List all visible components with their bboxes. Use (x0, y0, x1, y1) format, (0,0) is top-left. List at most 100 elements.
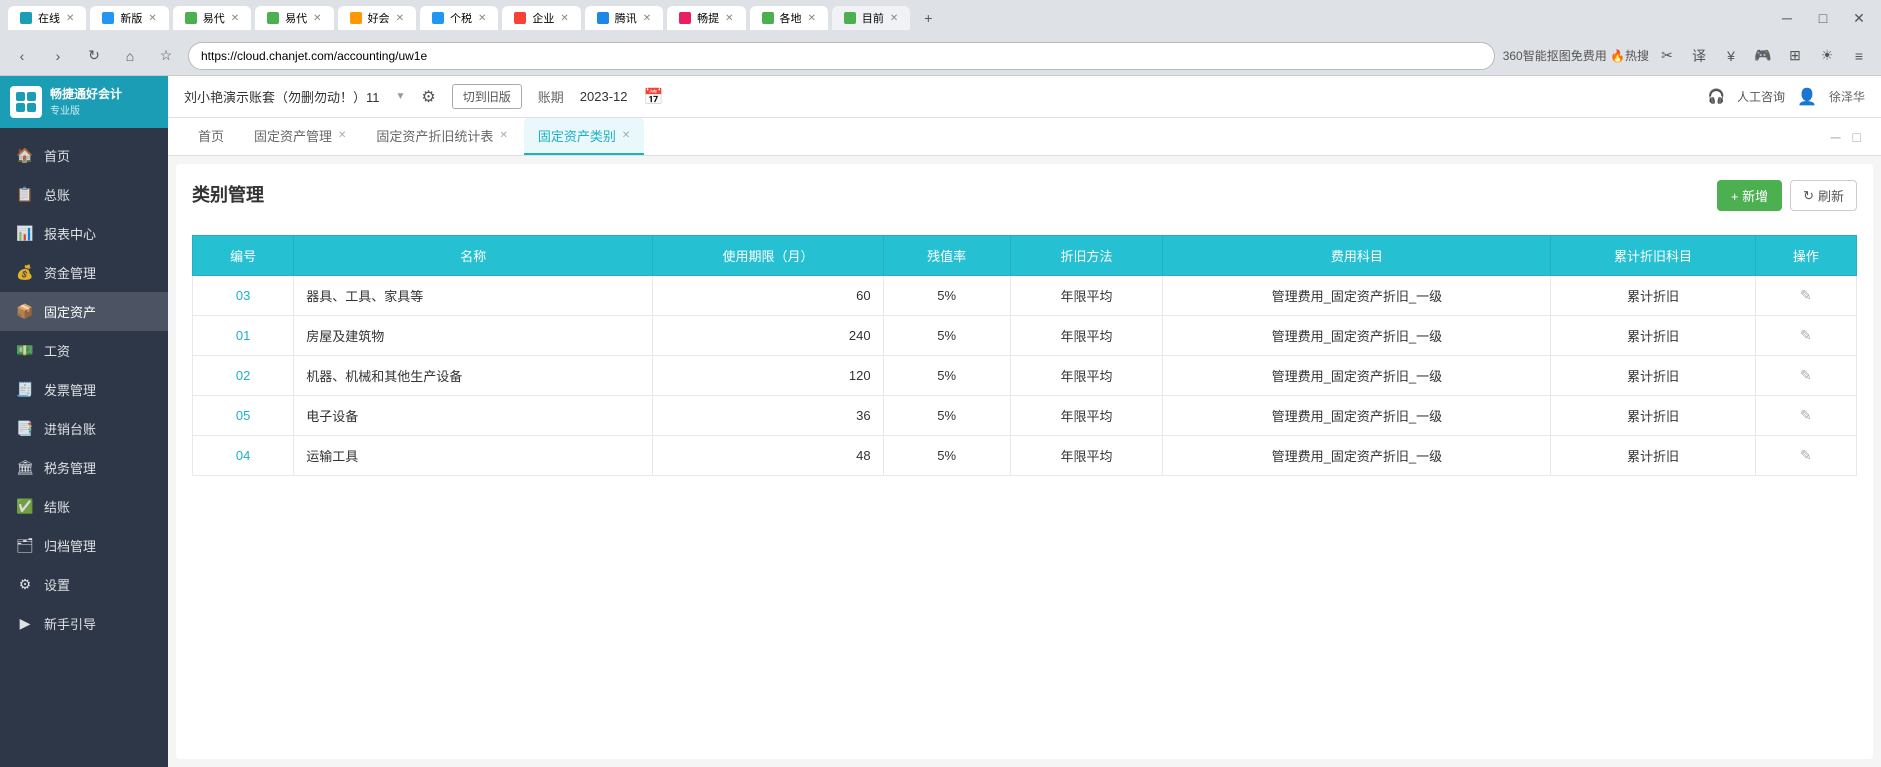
cell-period-0: 60 (653, 276, 883, 316)
cell-id-0[interactable]: 03 (193, 276, 294, 316)
account-name: 刘小艳演示账套（勿删勿动！）11 (184, 87, 380, 106)
col-header-action: 操作 (1755, 236, 1856, 276)
tab-close-4[interactable]: ✕ (396, 13, 404, 24)
cut-button[interactable]: ✂ (1653, 42, 1681, 70)
service-label[interactable]: 人工咨询 (1737, 88, 1785, 105)
tab-close-2[interactable]: ✕ (231, 13, 239, 24)
brightness-button[interactable]: ☀ (1813, 42, 1841, 70)
cell-period-2: 120 (653, 356, 883, 396)
cell-id-2[interactable]: 02 (193, 356, 294, 396)
sidebar-item-guide[interactable]: ▶ 新手引导 (0, 604, 168, 643)
refresh-table-button[interactable]: ↻ 刷新 (1790, 180, 1857, 211)
tab-close-6[interactable]: ✕ (560, 13, 568, 24)
account-settings-icon[interactable]: ⚙ (421, 87, 435, 107)
tab-corner-buttons: ─ □ (1827, 127, 1865, 147)
sidebar-item-reports[interactable]: 📊 报表中心 (0, 214, 168, 253)
tab-expand-button[interactable]: □ (1849, 127, 1865, 147)
tab-home[interactable]: 首页 (184, 118, 238, 155)
tab-close-1[interactable]: ✕ (148, 13, 156, 24)
sidebar-item-invoice[interactable]: 🧾 发票管理 (0, 370, 168, 409)
tab-close-9[interactable]: ✕ (808, 13, 816, 24)
settlement-icon: ✅ (16, 498, 34, 516)
edit-icon-2[interactable]: ✎ (1800, 367, 1812, 383)
browser-tab-10[interactable]: 目前 ✕ (832, 6, 910, 30)
switch-btn[interactable]: 切到旧版 (452, 84, 522, 109)
refresh-button[interactable]: ↻ (80, 42, 108, 70)
browser-tab-5[interactable]: 个税 ✕ (420, 6, 498, 30)
sidebar-item-label-settings: 设置 (44, 575, 70, 594)
tab-asset-category[interactable]: 固定资产类别 ✕ (524, 118, 644, 155)
edit-icon-4[interactable]: ✎ (1800, 447, 1812, 463)
col-header-method: 折旧方法 (1010, 236, 1163, 276)
bookmark-button[interactable]: ☆ (152, 42, 180, 70)
tab-depreciation-stats[interactable]: 固定资产折旧统计表 ✕ (362, 118, 521, 155)
table-row: 04 运输工具 48 5% 年限平均 管理费用_固定资产折旧_一级 累计折旧 ✎ (193, 436, 1857, 476)
browser-tab-7[interactable]: 腾讯 ✕ (585, 6, 663, 30)
translate-button[interactable]: 译 (1685, 42, 1713, 70)
browser-tab-4[interactable]: 好会 ✕ (338, 6, 416, 30)
cell-id-4[interactable]: 04 (193, 436, 294, 476)
sidebar-item-payroll[interactable]: 💵 工资 (0, 331, 168, 370)
tab-close-0[interactable]: ✕ (66, 13, 74, 24)
tab-close-8[interactable]: ✕ (725, 13, 733, 24)
browser-tab-8[interactable]: 畅提 ✕ (667, 6, 745, 30)
tax-icon: 🏛 (16, 459, 34, 477)
logo-text-block: 畅捷通好会计 专业版 (50, 87, 122, 118)
sidebar-item-settings[interactable]: ⚙ 设置 (0, 565, 168, 604)
tab-fixed-assets-mgmt-close[interactable]: ✕ (338, 130, 346, 141)
browser-tab-2[interactable]: 易代 ✕ (173, 6, 251, 30)
cell-expense-1: 管理费用_固定资产折旧_一级 (1163, 316, 1551, 356)
browser-tab-6[interactable]: 企业 ✕ (502, 6, 580, 30)
address-input[interactable] (188, 42, 1495, 70)
header-right: 🎧 人工咨询 👤 徐泽华 (1708, 87, 1865, 107)
sidebar-item-fixed-assets[interactable]: 📦 固定资产 (0, 292, 168, 331)
edit-icon-0[interactable]: ✎ (1800, 287, 1812, 303)
refresh-label: 刷新 (1818, 186, 1844, 205)
tab-close-10[interactable]: ✕ (890, 13, 898, 24)
game-button[interactable]: 🎮 (1749, 42, 1777, 70)
sidebar-item-settlement[interactable]: ✅ 结账 (0, 487, 168, 526)
minimize-button[interactable]: ─ (1773, 4, 1801, 32)
account-dropdown-icon[interactable]: ▼ (396, 91, 406, 102)
sidebar-item-archive[interactable]: 🗂 归档管理 (0, 526, 168, 565)
new-tab-button[interactable]: + (914, 4, 942, 32)
sidebar-item-home[interactable]: 🏠 首页 (0, 136, 168, 175)
calendar-icon[interactable]: 📅 (644, 87, 664, 107)
sidebar-header: 畅捷通好会计 专业版 (0, 76, 168, 128)
grid-button[interactable]: ⊞ (1781, 42, 1809, 70)
reports-icon: 📊 (16, 225, 34, 243)
forward-button[interactable]: › (44, 42, 72, 70)
browser-tab-3[interactable]: 易代 ✕ (255, 6, 333, 30)
browser-tab-0[interactable]: 在线 ✕ (8, 6, 86, 30)
cell-period-1: 240 (653, 316, 883, 356)
cell-id-1[interactable]: 01 (193, 316, 294, 356)
sidebar-item-label-purchase-sales: 进销台账 (44, 419, 96, 438)
sidebar-item-tax[interactable]: 🏛 税务管理 (0, 448, 168, 487)
maximize-button[interactable]: □ (1809, 4, 1837, 32)
edit-icon-1[interactable]: ✎ (1800, 327, 1812, 343)
browser-tab-1[interactable]: 新版 ✕ (90, 6, 168, 30)
tab-close-3[interactable]: ✕ (313, 13, 321, 24)
tab-fixed-assets-mgmt[interactable]: 固定资产管理 ✕ (240, 118, 360, 155)
tab-asset-category-close[interactable]: ✕ (622, 130, 630, 141)
sidebar-item-purchase-sales[interactable]: 📑 进销台账 (0, 409, 168, 448)
home-button[interactable]: ⌂ (116, 42, 144, 70)
add-button[interactable]: + 新增 (1717, 180, 1782, 211)
cell-residual-3: 5% (883, 396, 1010, 436)
tab-close-7[interactable]: ✕ (643, 13, 651, 24)
close-window-button[interactable]: ✕ (1845, 4, 1873, 32)
settings-button[interactable]: ≡ (1845, 42, 1873, 70)
sidebar-item-finance[interactable]: 💰 资金管理 (0, 253, 168, 292)
browser-tab-9[interactable]: 各地 ✕ (750, 6, 828, 30)
tab-close-5[interactable]: ✕ (478, 13, 486, 24)
sidebar-item-ledger[interactable]: 📋 总账 (0, 175, 168, 214)
logo-title: 畅捷通好会计 (50, 87, 122, 103)
period-label: 账期 (538, 87, 564, 106)
wallet-button[interactable]: ¥ (1717, 42, 1745, 70)
back-button[interactable]: ‹ (8, 42, 36, 70)
tab-depreciation-stats-close[interactable]: ✕ (499, 130, 507, 141)
edit-icon-3[interactable]: ✎ (1800, 407, 1812, 423)
cell-id-3[interactable]: 05 (193, 396, 294, 436)
tab-minimize-button[interactable]: ─ (1827, 127, 1845, 147)
cell-method-2: 年限平均 (1010, 356, 1163, 396)
